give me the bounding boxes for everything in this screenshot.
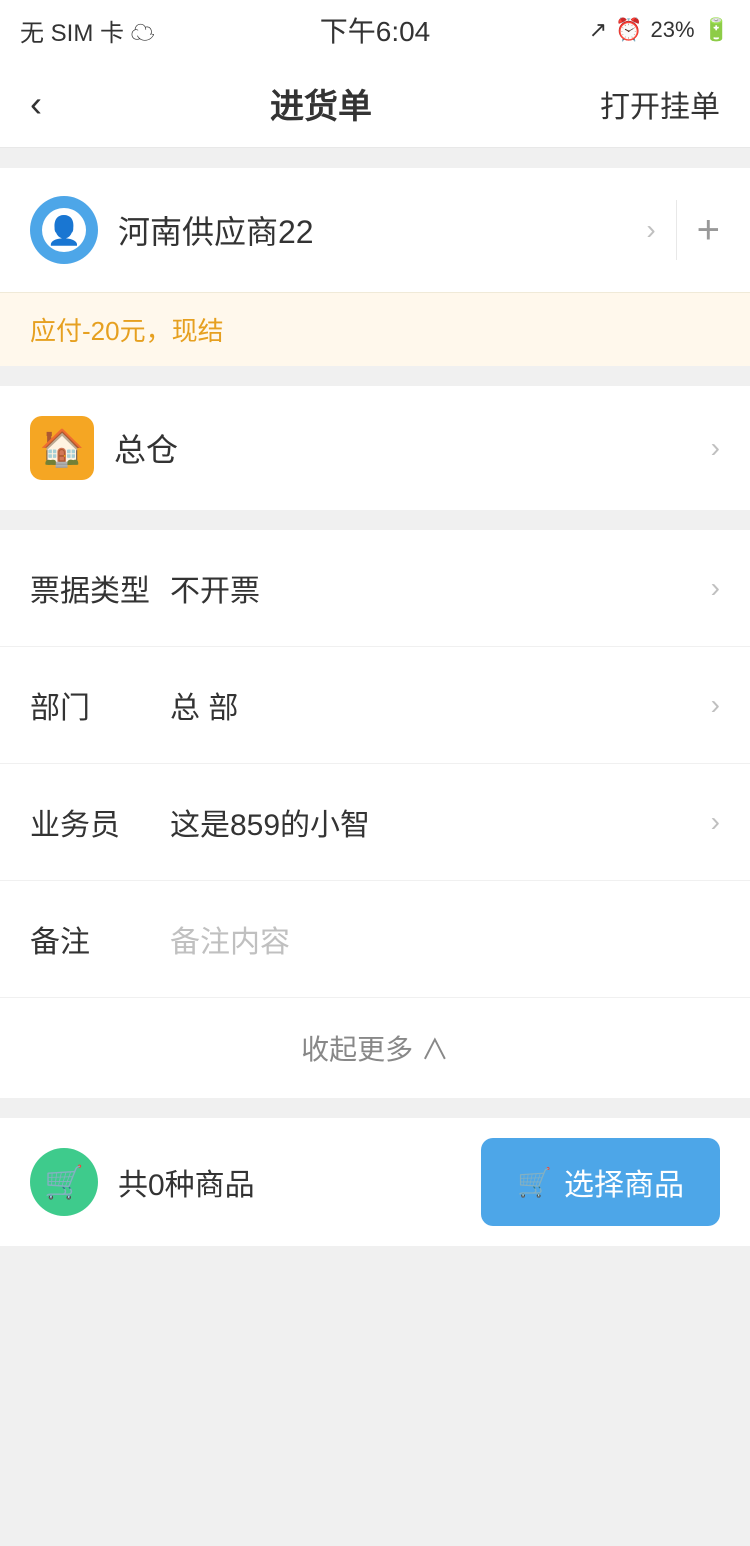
form-section: 票据类型 不开票 › 部门 总 部 › 业务员 这是859的小智 › 备注 备注… [0, 530, 750, 1098]
salesperson-row[interactable]: 业务员 这是859的小智 › [0, 763, 750, 880]
department-label: 部门 [30, 683, 160, 727]
invoice-type-value: 不开票 [160, 566, 711, 610]
remark-label: 备注 [30, 917, 160, 961]
notice-text: 应付-20元，现结 [30, 316, 224, 346]
warehouse-name: 总仓 [114, 425, 711, 471]
warehouse-icon-wrap: 🏠 [30, 416, 94, 480]
notice-bar: 应付-20元，现结 [0, 292, 750, 366]
location-icon: ↗ [589, 17, 607, 43]
nav-bar: ‹ 进货单 打开挂单 [0, 60, 750, 148]
battery-level: 23% [651, 17, 695, 43]
warehouse-icon: 🏠 [40, 427, 85, 469]
department-row[interactable]: 部门 总 部 › [0, 646, 750, 763]
collapse-button[interactable]: 收起更多 ∧ [0, 997, 750, 1098]
status-right: ↗ ⏰ 23% 🔋 [589, 17, 730, 43]
body-background [0, 1246, 750, 1546]
avatar-person-icon: 👤 [47, 214, 82, 247]
supplier-row[interactable]: 👤 河南供应商22 › + [0, 168, 750, 292]
supplier-avatar: 👤 [30, 196, 98, 264]
invoice-type-row[interactable]: 票据类型 不开票 › [0, 530, 750, 646]
salesperson-chevron-icon: › [711, 806, 720, 838]
cart-icon: 🛒 [44, 1163, 84, 1201]
supplier-section: 👤 河南供应商22 › + 应付-20元，现结 [0, 168, 750, 366]
back-button[interactable]: ‹ [30, 83, 42, 125]
invoice-chevron-icon: › [711, 572, 720, 604]
product-count: 共0种商品 [118, 1160, 461, 1204]
warehouse-section[interactable]: 🏠 总仓 › [0, 386, 750, 510]
supplier-chevron-icon: › [646, 214, 655, 246]
gap-1 [0, 148, 750, 168]
select-btn-label: 选择商品 [564, 1160, 684, 1204]
remark-row[interactable]: 备注 备注内容 [0, 880, 750, 997]
gap-4 [0, 1098, 750, 1118]
collapse-label: 收起更多 ∧ [301, 1034, 449, 1065]
salesperson-value: 这是859的小智 [160, 800, 711, 844]
warehouse-chevron-icon: › [711, 432, 720, 464]
cart-icon-wrap: 🛒 [30, 1148, 98, 1216]
gap-3 [0, 510, 750, 530]
sim-status: 无 SIM 卡 ☁ [20, 13, 155, 48]
status-left: 无 SIM 卡 ☁ [20, 13, 155, 48]
select-btn-icon: 🛒 [517, 1166, 552, 1199]
warehouse-row[interactable]: 🏠 总仓 › [0, 386, 750, 510]
open-pending-button[interactable]: 打开挂单 [600, 82, 720, 126]
status-time: 下午6:04 [320, 10, 431, 50]
remark-input[interactable]: 备注内容 [160, 917, 720, 961]
avatar-inner: 👤 [42, 208, 86, 252]
select-product-button[interactable]: 🛒 选择商品 [481, 1138, 720, 1226]
salesperson-label: 业务员 [30, 800, 160, 844]
gap-2 [0, 366, 750, 386]
department-chevron-icon: › [711, 689, 720, 721]
department-value: 总 部 [160, 683, 711, 727]
alarm-icon: ⏰ [615, 17, 642, 43]
battery-icon: 🔋 [703, 17, 730, 43]
status-bar: 无 SIM 卡 ☁ 下午6:04 ↗ ⏰ 23% 🔋 [0, 0, 750, 60]
supplier-divider [676, 200, 677, 260]
bottom-bar: 🛒 共0种商品 🛒 选择商品 [0, 1118, 750, 1246]
add-supplier-button[interactable]: + [697, 208, 720, 253]
supplier-name: 河南供应商22 [118, 207, 646, 253]
invoice-type-label: 票据类型 [30, 566, 160, 610]
page-title: 进货单 [270, 79, 372, 128]
